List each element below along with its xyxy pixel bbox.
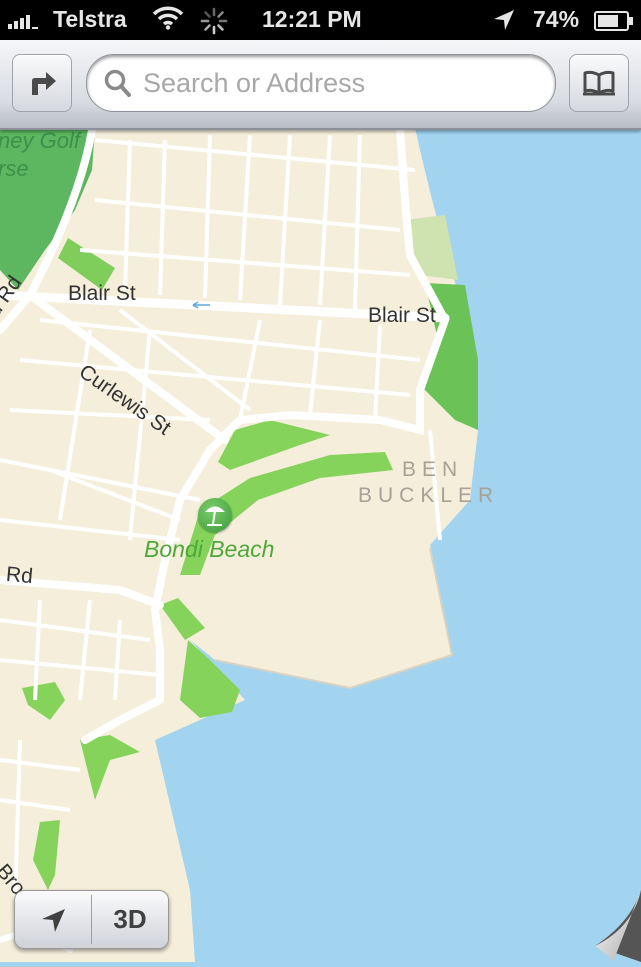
street-label-rd: Rd	[5, 562, 34, 589]
activity-spinner-icon	[200, 7, 228, 41]
status-bar: Telstra 12:21 PM 74%	[0, 0, 641, 40]
map-canvas[interactable]	[0, 128, 641, 962]
search-field[interactable]	[86, 54, 556, 112]
wifi-icon	[152, 6, 184, 36]
page-curl-button[interactable]	[571, 882, 641, 962]
3d-toggle-button[interactable]: 3D	[92, 891, 168, 948]
page-curl-icon	[595, 890, 641, 962]
suburb-label-line2: BUCKLER	[358, 484, 500, 507]
3d-label: 3D	[113, 904, 147, 934]
search-icon	[104, 69, 131, 97]
turn-right-arrow-icon	[32, 72, 56, 95]
clock: 12:21 PM	[262, 6, 362, 32]
signal-bars-icon	[8, 13, 38, 29]
location-services-icon	[492, 8, 516, 38]
poi-label-bondi-beach[interactable]: Bondi Beach	[144, 536, 274, 563]
location-arrow-icon	[42, 908, 65, 932]
street-label-blair-st: Blair St	[68, 282, 136, 305]
search-input[interactable]	[141, 66, 545, 100]
golf-course-label: ney Golf	[0, 128, 80, 153]
street-label-blair-st-east: Blair St	[368, 304, 436, 327]
beach-umbrella-icon	[205, 506, 225, 526]
golf-course-label-2: rse	[0, 156, 29, 181]
battery-percentage: 74%	[533, 6, 580, 32]
carrier-name: Telstra	[53, 6, 127, 32]
battery-icon	[594, 10, 633, 31]
poi-marker-bondi-beach[interactable]	[198, 498, 232, 532]
directions-button[interactable]	[12, 54, 72, 112]
locate-me-button[interactable]	[15, 891, 91, 948]
top-toolbar	[0, 40, 641, 130]
open-book-icon	[583, 70, 615, 96]
suburb-label-line1: BEN	[402, 458, 464, 481]
map-view[interactable]: ney Golf rse Blair St Blair St Curlewis …	[0, 128, 641, 962]
bookmarks-button[interactable]	[569, 54, 629, 112]
map-controls: 3D	[14, 890, 169, 949]
